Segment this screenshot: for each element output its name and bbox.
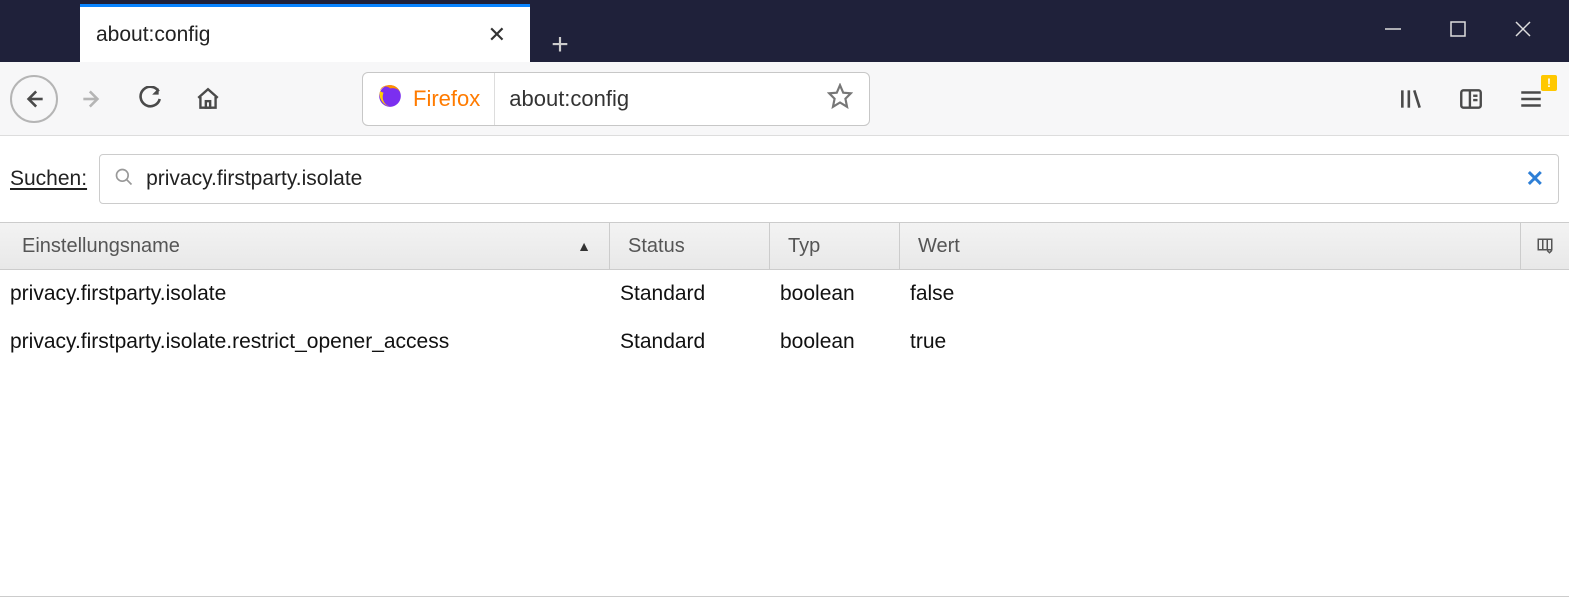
library-button[interactable] [1389,77,1433,121]
app-menu-button[interactable]: ! [1509,77,1553,121]
tab-strip: about:config ✕ + [0,0,1383,62]
column-value-label: Wert [918,235,960,258]
url-input[interactable] [495,86,811,112]
window-titlebar: about:config ✕ + [0,0,1569,62]
sort-ascending-icon: ▲ [577,238,591,254]
pref-type: boolean [770,330,900,354]
new-tab-button[interactable]: + [530,28,590,62]
close-tab-icon[interactable]: ✕ [480,18,514,52]
search-box[interactable]: ✕ [99,154,1559,204]
sidebar-button[interactable] [1449,77,1493,121]
navigation-toolbar: Firefox ! [0,62,1569,136]
clear-search-icon[interactable]: ✕ [1526,166,1544,192]
column-header-type[interactable]: Typ [770,223,900,269]
pref-type: boolean [770,282,900,306]
minimize-button[interactable] [1383,19,1403,44]
identity-box[interactable]: Firefox [363,73,495,125]
pref-table-body: privacy.firstparty.isolate Standard bool… [0,270,1569,596]
forward-button[interactable] [68,75,116,123]
url-bar[interactable]: Firefox [362,72,870,126]
column-header-value[interactable]: Wert [900,223,1521,269]
bookmark-star-icon[interactable] [811,83,869,114]
column-header-status[interactable]: Status [610,223,770,269]
pref-status: Standard [610,330,770,354]
toolbar-right: ! [1389,77,1559,121]
pref-status: Standard [610,282,770,306]
firefox-logo-icon [377,83,403,114]
pref-name: privacy.firstparty.isolate.restrict_open… [0,330,610,354]
pref-value: false [900,282,1569,306]
pref-value: true [900,330,1569,354]
column-type-label: Typ [788,235,820,258]
window-controls [1383,0,1569,62]
pref-table-header: Einstellungsname ▲ Status Typ Wert [0,222,1569,270]
tab-title: about:config [96,23,480,47]
pref-row[interactable]: privacy.firstparty.isolate Standard bool… [0,270,1569,318]
column-header-name[interactable]: Einstellungsname ▲ [0,223,610,269]
search-row: Suchen: ✕ [0,136,1569,222]
pref-name: privacy.firstparty.isolate [0,282,610,306]
column-picker-button[interactable] [1521,237,1569,255]
pref-row[interactable]: privacy.firstparty.isolate.restrict_open… [0,318,1569,366]
search-label: Suchen: [10,167,87,191]
notification-badge-icon: ! [1541,75,1557,91]
home-button[interactable] [184,75,232,123]
column-name-label: Einstellungsname [22,235,180,258]
back-button[interactable] [10,75,58,123]
column-status-label: Status [628,235,685,258]
maximize-button[interactable] [1449,20,1467,43]
search-input[interactable] [146,167,1514,191]
browser-tab[interactable]: about:config ✕ [80,4,530,62]
close-window-button[interactable] [1513,19,1533,44]
identity-label: Firefox [413,86,480,112]
reload-button[interactable] [126,75,174,123]
about-config-content: Suchen: ✕ Einstellungsname ▲ Status Typ … [0,136,1569,597]
search-icon [114,167,134,192]
